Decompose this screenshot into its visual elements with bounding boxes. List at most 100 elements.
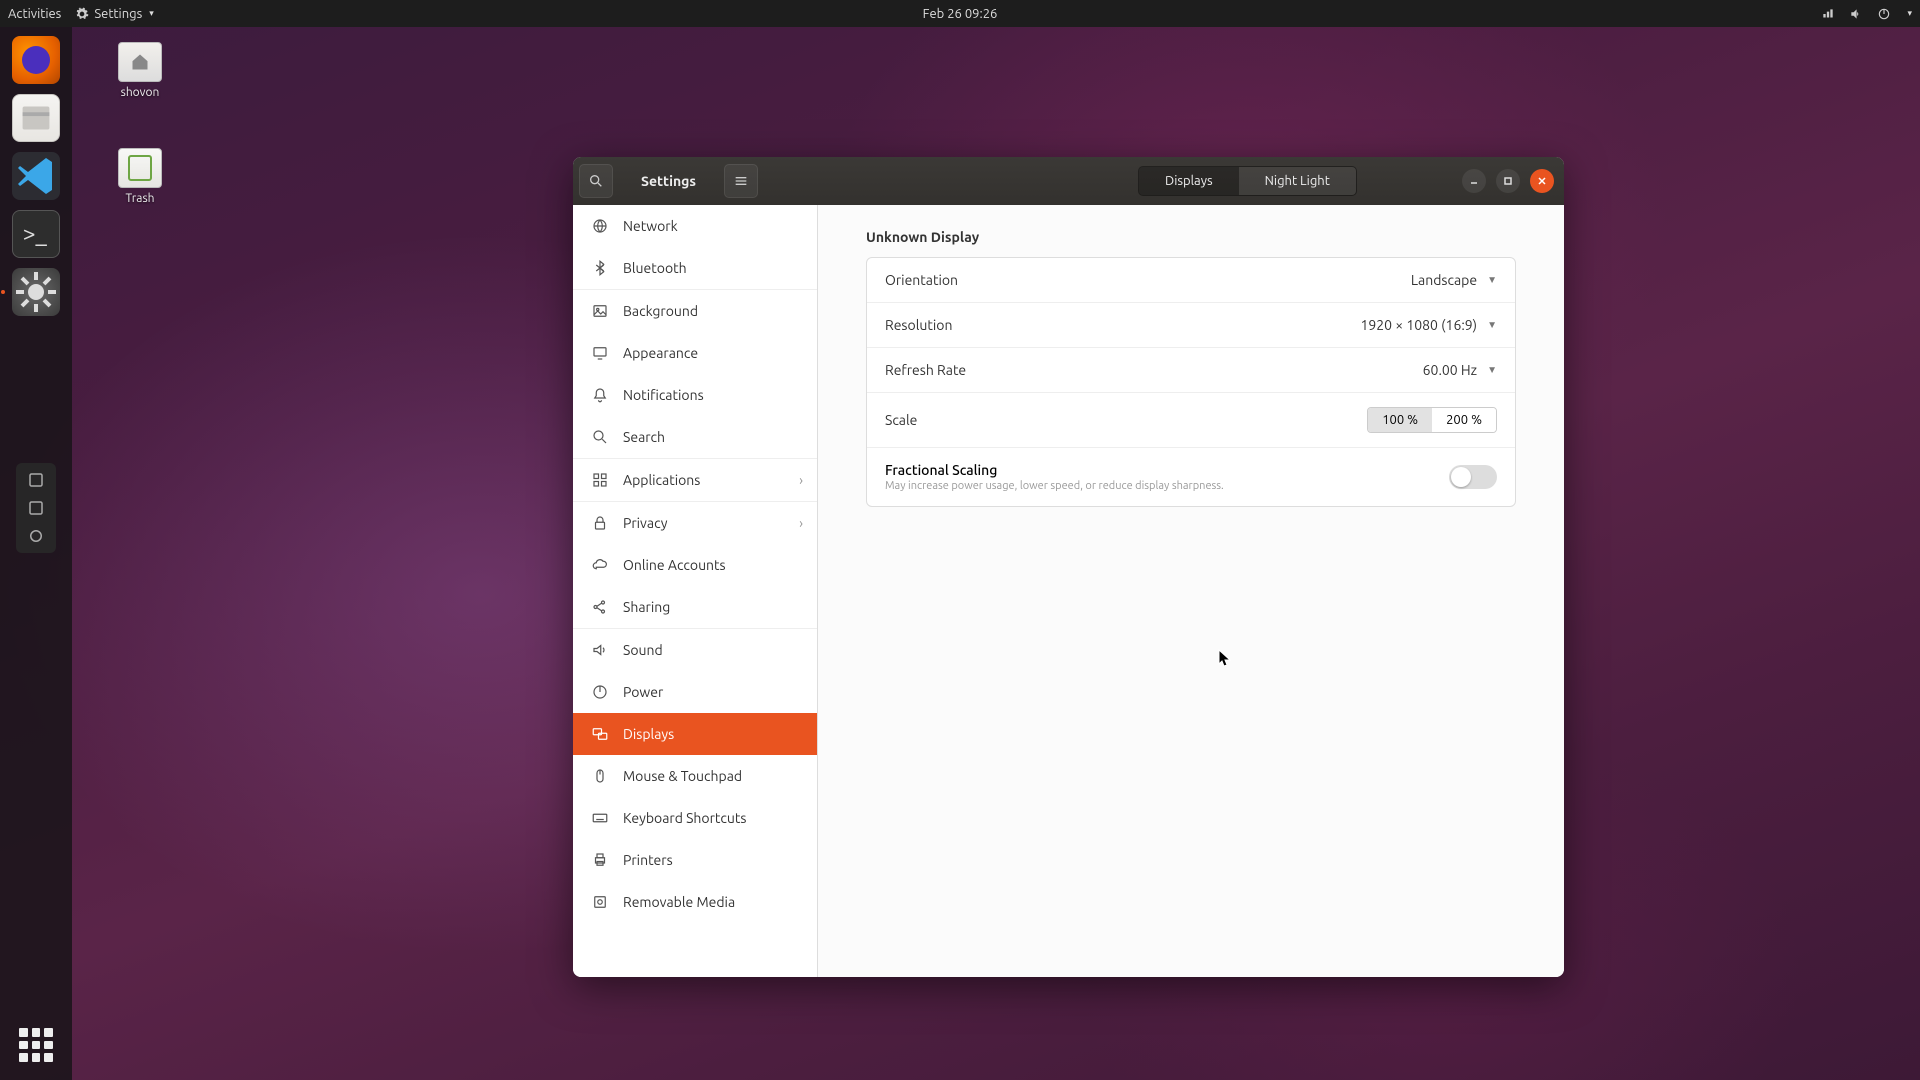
- desktop-trash[interactable]: Trash: [100, 148, 180, 205]
- mouse-icon: [591, 767, 609, 785]
- dock-tray[interactable]: [16, 463, 56, 553]
- volume-icon: [1849, 7, 1863, 21]
- sidebar-item-keyboard-shortcuts[interactable]: Keyboard Shortcuts: [573, 797, 817, 839]
- apps-grid-icon: [19, 1028, 53, 1062]
- display-panel: Orientation Landscape▼ Resolution 1920 ×…: [866, 257, 1516, 507]
- system-tray[interactable]: ▾: [1821, 7, 1912, 21]
- sidebar-item-label: Notifications: [623, 387, 704, 403]
- row-label: Refresh Rate: [885, 362, 966, 378]
- scale-row: Scale 100 % 200 %: [867, 393, 1515, 448]
- refresh-rate-row[interactable]: Refresh Rate 60.00 Hz ▼: [867, 348, 1515, 393]
- display-name-heading: Unknown Display: [866, 229, 1516, 245]
- dock-settings[interactable]: [9, 265, 63, 319]
- lock-icon: [591, 514, 609, 532]
- gear-icon: [75, 7, 89, 21]
- chevron-right-icon: ›: [799, 515, 803, 531]
- desktop-home-folder[interactable]: shovon: [100, 42, 180, 99]
- sidebar-item-label: Appearance: [623, 345, 698, 361]
- sidebar-item-search[interactable]: Search: [573, 416, 817, 458]
- row-value: 60.00 Hz: [1423, 362, 1477, 378]
- sidebar-item-online-accounts[interactable]: Online Accounts: [573, 544, 817, 586]
- scale-100-button[interactable]: 100 %: [1368, 408, 1432, 432]
- fractional-scaling-toggle[interactable]: [1449, 465, 1497, 489]
- sidebar-item-sound[interactable]: Sound: [573, 628, 817, 671]
- sidebar-item-label: Sound: [623, 642, 663, 658]
- settings-window: Settings Displays Night Light Network Blu…: [573, 157, 1564, 977]
- monitor-icon: [591, 344, 609, 362]
- search-button[interactable]: [579, 164, 613, 198]
- sidebar-item-label: Printers: [623, 852, 673, 868]
- sidebar-item-label: Sharing: [623, 599, 670, 615]
- sidebar-item-removable-media[interactable]: Removable Media: [573, 881, 817, 923]
- header-tabs: Displays Night Light: [1138, 166, 1357, 196]
- maximize-button[interactable]: [1496, 169, 1520, 193]
- gear-icon: [12, 268, 60, 316]
- show-applications[interactable]: [9, 1018, 63, 1072]
- bell-icon: [591, 386, 609, 404]
- maximize-icon: [1503, 176, 1513, 186]
- tab-night-light[interactable]: Night Light: [1239, 167, 1356, 195]
- sidebar-item-background[interactable]: Background: [573, 289, 817, 332]
- disk-icon: [591, 893, 609, 911]
- resolution-row[interactable]: Resolution 1920 × 1080 (16:9)▼: [867, 303, 1515, 348]
- sidebar-item-network[interactable]: Network: [573, 205, 817, 247]
- sidebar-item-label: Background: [623, 303, 698, 319]
- chevron-down-icon: ▼: [1487, 364, 1497, 376]
- app-menu[interactable]: Settings ▾: [75, 7, 153, 21]
- tray-icon[interactable]: [27, 527, 45, 545]
- dock-firefox[interactable]: [9, 33, 63, 87]
- dock-terminal[interactable]: >_: [9, 207, 63, 261]
- tray-icon[interactable]: [27, 471, 45, 489]
- row-label: Resolution: [885, 317, 952, 333]
- sidebar-item-sharing[interactable]: Sharing: [573, 586, 817, 628]
- grid-icon: [591, 471, 609, 489]
- dock-vscode[interactable]: [9, 149, 63, 203]
- tab-displays[interactable]: Displays: [1139, 167, 1239, 195]
- power-icon: [591, 683, 609, 701]
- sidebar-item-label: Displays: [623, 726, 674, 742]
- scale-200-button[interactable]: 200 %: [1432, 408, 1496, 432]
- sidebar-item-notifications[interactable]: Notifications: [573, 374, 817, 416]
- sound-icon: [591, 641, 609, 659]
- orientation-row[interactable]: Orientation Landscape▼: [867, 258, 1515, 303]
- sidebar-item-label: Mouse & Touchpad: [623, 768, 742, 784]
- sidebar-item-mouse-touchpad[interactable]: Mouse & Touchpad: [573, 755, 817, 797]
- dock-files[interactable]: [9, 91, 63, 145]
- minimize-icon: [1469, 176, 1479, 186]
- svg-text:>_: >_: [23, 222, 48, 247]
- power-icon: [1877, 7, 1891, 21]
- share-icon: [591, 598, 609, 616]
- sidebar-item-label: Keyboard Shortcuts: [623, 810, 746, 826]
- minimize-button[interactable]: [1462, 169, 1486, 193]
- activities-button[interactable]: Activities: [8, 7, 61, 21]
- sidebar-item-label: Removable Media: [623, 894, 735, 910]
- sidebar-item-label: Bluetooth: [623, 260, 687, 276]
- cloud-icon: [591, 556, 609, 574]
- printer-icon: [591, 851, 609, 869]
- mouse-cursor: [1218, 649, 1232, 669]
- sidebar-item-bluetooth[interactable]: Bluetooth: [573, 247, 817, 289]
- sidebar-item-applications[interactable]: Applications›: [573, 458, 817, 501]
- hamburger-button[interactable]: [724, 164, 758, 198]
- fractional-scaling-row: Fractional Scaling May increase power us…: [867, 448, 1515, 506]
- sidebar-item-appearance[interactable]: Appearance: [573, 332, 817, 374]
- sidebar-item-displays[interactable]: Displays: [573, 713, 817, 755]
- clock[interactable]: Feb 26 09:26: [923, 7, 998, 21]
- keyboard-icon: [591, 809, 609, 827]
- picture-icon: [591, 302, 609, 320]
- sidebar-item-label: Online Accounts: [623, 557, 726, 573]
- row-label: Scale: [885, 412, 917, 428]
- top-bar: Activities Settings ▾ Feb 26 09:26 ▾: [0, 0, 1920, 27]
- vscode-icon: [12, 152, 60, 200]
- tray-icon[interactable]: [27, 499, 45, 517]
- close-icon: [1537, 176, 1547, 186]
- dock: >_: [0, 27, 72, 1080]
- sidebar-item-power[interactable]: Power: [573, 671, 817, 713]
- titlebar[interactable]: Settings Displays Night Light: [573, 157, 1564, 205]
- desktop-icon-label: shovon: [121, 86, 160, 99]
- row-value: Landscape: [1411, 272, 1477, 288]
- sidebar-item-printers[interactable]: Printers: [573, 839, 817, 881]
- sidebar-item-privacy[interactable]: Privacy›: [573, 501, 817, 544]
- close-button[interactable]: [1530, 169, 1554, 193]
- files-icon: [13, 95, 59, 141]
